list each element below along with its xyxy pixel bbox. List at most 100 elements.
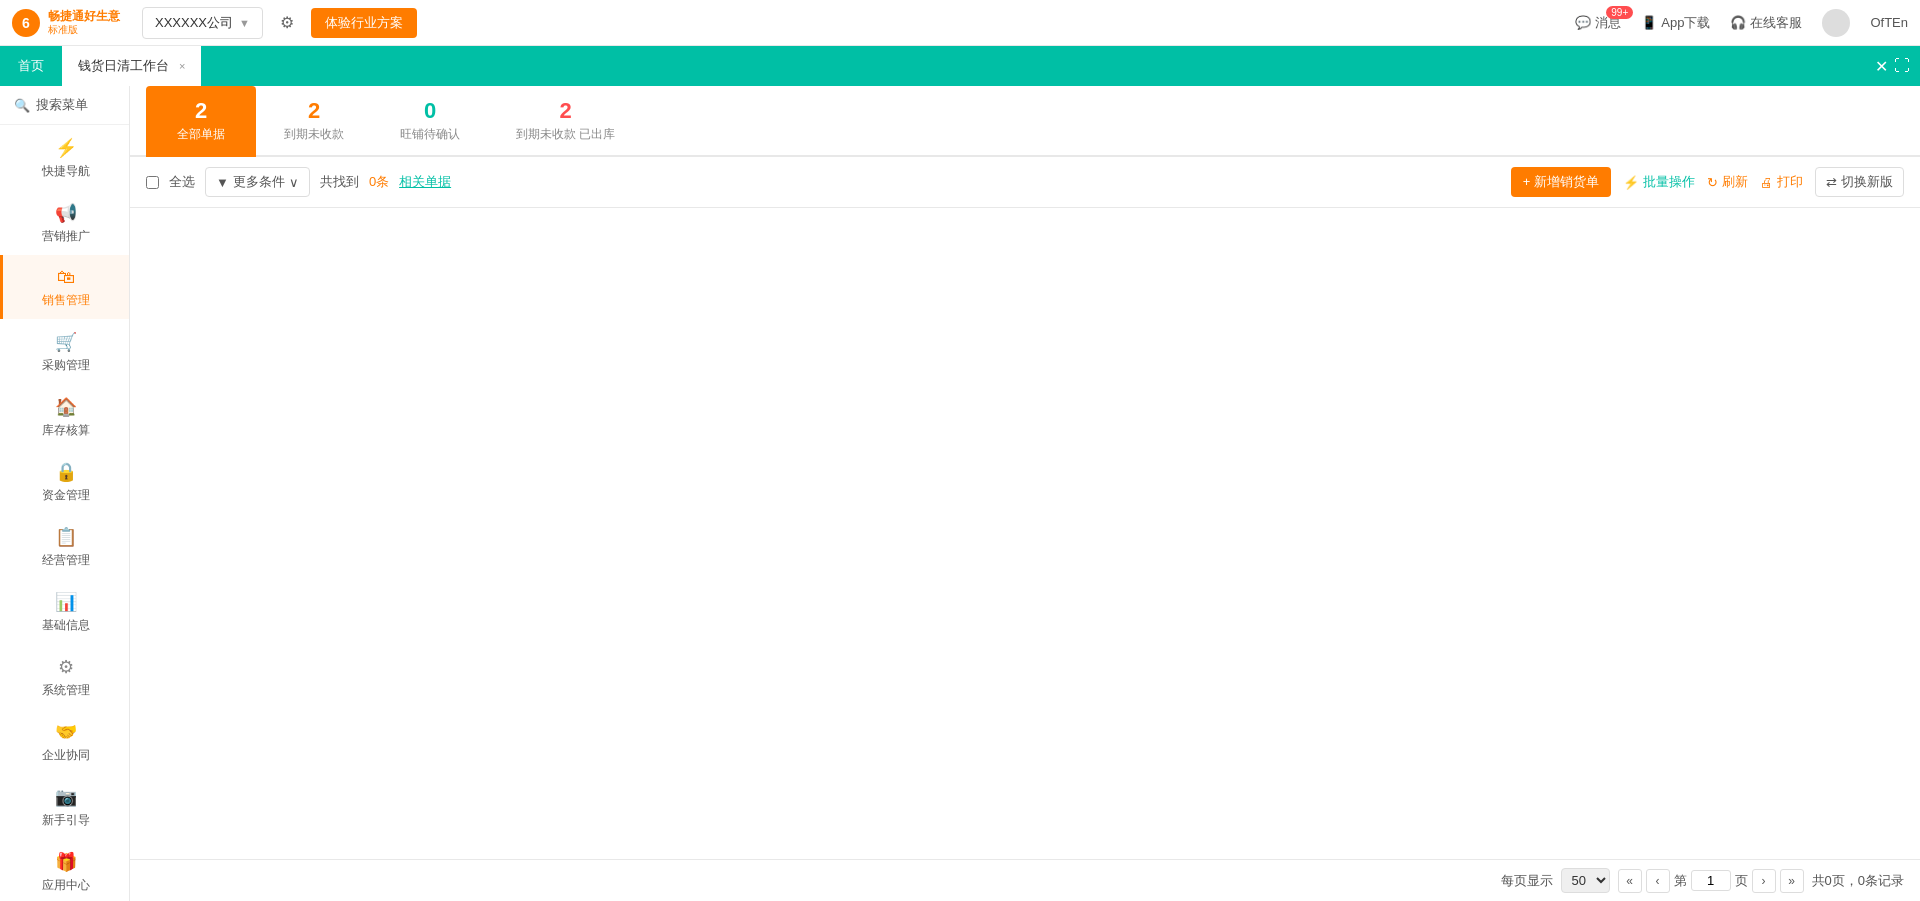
related-link[interactable]: 相关单据: [399, 173, 451, 191]
sidebar-label-cooperation: 企业协同: [42, 747, 90, 764]
company-name: XXXXXX公司: [155, 14, 233, 32]
found-count: 0条: [369, 173, 389, 191]
switch-icon: ⇄: [1826, 175, 1837, 190]
prev-page-button[interactable]: ‹: [1646, 869, 1670, 893]
page-nav: « ‹ 第 页 › »: [1618, 869, 1804, 893]
app-download-label: App下载: [1661, 14, 1710, 32]
app-center-icon: 🎁: [55, 851, 77, 873]
stats-label-unshipped: 到期未收款 已出库: [516, 126, 615, 143]
basic-info-icon: 📊: [55, 591, 77, 613]
app-download-button[interactable]: 📱 App下载: [1641, 14, 1710, 32]
settings-icon[interactable]: ⚙: [273, 9, 301, 37]
table-area: [130, 208, 1920, 859]
sidebar-item-guide[interactable]: 📷 新手引导: [0, 774, 129, 839]
search-menu[interactable]: 🔍 搜索菜单: [0, 86, 129, 125]
purchase-icon: 🛒: [55, 331, 77, 353]
sidebar-item-operation[interactable]: 📋 经营管理: [0, 514, 129, 579]
next-page-button[interactable]: ›: [1752, 869, 1776, 893]
capital-icon: 🔒: [55, 461, 77, 483]
select-all-label: 全选: [169, 173, 195, 191]
avatar[interactable]: [1822, 9, 1850, 37]
select-all-checkbox[interactable]: [146, 176, 159, 189]
found-prefix: 共找到: [320, 173, 359, 191]
print-button[interactable]: 🖨 打印: [1760, 173, 1803, 191]
sidebar-item-app-center[interactable]: 🎁 应用中心: [0, 839, 129, 901]
toolbar: 全选 ▼ 更多条件 ∨ 共找到 0条 相关单据 + 新增销货单 ⚡ 批量操作 ↻…: [130, 157, 1920, 208]
stats-tab-pending[interactable]: 0 旺铺待确认: [372, 86, 488, 157]
refresh-icon: ↻: [1707, 175, 1718, 190]
first-page-button[interactable]: «: [1618, 869, 1642, 893]
online-service-button[interactable]: 🎧 在线客服: [1730, 14, 1802, 32]
filter-button[interactable]: ▼ 更多条件 ∨: [205, 167, 310, 197]
add-sales-order-button[interactable]: + 新增销货单: [1511, 167, 1611, 197]
experience-button[interactable]: 体验行业方案: [311, 8, 417, 38]
stats-tab-all[interactable]: 2 全部单据: [146, 86, 256, 157]
quick-nav-icon: ⚡: [55, 137, 77, 159]
sidebar-label-app-center: 应用中心: [42, 877, 90, 894]
batch-icon: ⚡: [1623, 175, 1639, 190]
company-arrow: ▼: [239, 17, 250, 29]
sidebar-label-guide: 新手引导: [42, 812, 90, 829]
batch-operation-button[interactable]: ⚡ 批量操作: [1623, 173, 1695, 191]
messages-button[interactable]: 💬 消息 99+: [1575, 14, 1621, 32]
user-name: OfTEn: [1870, 15, 1908, 30]
operation-icon: 📋: [55, 526, 77, 548]
stats-num-unshipped: 2: [560, 98, 572, 124]
window-expand-button[interactable]: ⛶: [1894, 57, 1910, 75]
sales-icon: 🛍: [57, 267, 75, 288]
window-close-button[interactable]: ✕: [1875, 57, 1888, 76]
top-right-area: 💬 消息 99+ 📱 App下载 🎧 在线客服 OfTEn: [1575, 9, 1908, 37]
print-label: 打印: [1777, 173, 1803, 191]
sidebar-item-basic-info[interactable]: 📊 基础信息: [0, 579, 129, 644]
headset-icon: 🎧: [1730, 15, 1746, 30]
page-summary: 共0页，0条记录: [1812, 872, 1904, 890]
sidebar-label-inventory: 库存核算: [42, 422, 90, 439]
sidebar-item-marketing[interactable]: 📢 营销推广: [0, 190, 129, 255]
page-suffix: 页: [1735, 872, 1748, 890]
sidebar-label-operation: 经营管理: [42, 552, 90, 569]
main-layout: 🔍 搜索菜单 ⚡ 快捷导航 📢 营销推广 🛍 销售管理 🛒 采购管理 🏠 库存核…: [0, 86, 1920, 901]
stats-num-all: 2: [195, 98, 207, 124]
inventory-icon: 🏠: [55, 396, 77, 418]
sidebar-item-cooperation[interactable]: 🤝 企业协同: [0, 709, 129, 774]
sidebar-item-quick-nav[interactable]: ⚡ 快捷导航: [0, 125, 129, 190]
cooperation-icon: 🤝: [55, 721, 77, 743]
refresh-label: 刷新: [1722, 173, 1748, 191]
online-service-label: 在线客服: [1750, 14, 1802, 32]
switch-label: 切换新版: [1841, 173, 1893, 191]
pagination-bar: 每页显示 50 « ‹ 第 页 › » 共0页，0条记录: [130, 859, 1920, 901]
search-menu-label: 搜索菜单: [36, 96, 88, 114]
stats-num-overdue: 2: [308, 98, 320, 124]
sidebar-item-sales[interactable]: 🛍 销售管理: [0, 255, 129, 319]
sidebar-item-purchase[interactable]: 🛒 采购管理: [0, 319, 129, 384]
filter-label: 更多条件: [233, 173, 285, 191]
tab-bar: 首页 钱货日清工作台 × ✕ ⛶: [0, 46, 1920, 86]
sidebar-label-system: 系统管理: [42, 682, 90, 699]
last-page-button[interactable]: »: [1780, 869, 1804, 893]
page-input[interactable]: [1691, 870, 1731, 891]
tab-qhrc[interactable]: 钱货日清工作台 ×: [62, 46, 201, 86]
sidebar: 🔍 搜索菜单 ⚡ 快捷导航 📢 营销推广 🛍 销售管理 🛒 采购管理 🏠 库存核…: [0, 86, 130, 901]
sidebar-item-inventory[interactable]: 🏠 库存核算: [0, 384, 129, 449]
message-icon: 💬: [1575, 15, 1591, 30]
sidebar-label-capital: 资金管理: [42, 487, 90, 504]
sidebar-label-quick-nav: 快捷导航: [42, 163, 90, 180]
tab-close-icon[interactable]: ×: [179, 60, 185, 72]
search-icon: 🔍: [14, 98, 30, 113]
per-page-select[interactable]: 50: [1561, 868, 1610, 893]
toolbar-right: + 新增销货单 ⚡ 批量操作 ↻ 刷新 🖨 打印 ⇄ 切换新版: [1511, 167, 1904, 197]
tab-bar-actions: ✕ ⛶: [1875, 57, 1920, 76]
stats-tabs: 2 全部单据 2 到期未收款 0 旺铺待确认 2 到期未收款 已出库: [130, 86, 1920, 157]
message-badge: 99+: [1606, 6, 1633, 19]
sidebar-item-capital[interactable]: 🔒 资金管理: [0, 449, 129, 514]
refresh-button[interactable]: ↻ 刷新: [1707, 173, 1748, 191]
switch-version-button[interactable]: ⇄ 切换新版: [1815, 167, 1904, 197]
stats-tab-overdue-unpaid[interactable]: 2 到期未收款: [256, 86, 372, 157]
filter-icon: ▼: [216, 175, 229, 190]
stats-tab-unshipped[interactable]: 2 到期未收款 已出库: [488, 86, 643, 157]
tab-home[interactable]: 首页: [0, 46, 62, 86]
sidebar-item-system[interactable]: ⚙ 系统管理: [0, 644, 129, 709]
company-selector[interactable]: XXXXXX公司 ▼: [142, 7, 263, 39]
batch-label: 批量操作: [1643, 173, 1695, 191]
sidebar-label-sales: 销售管理: [42, 292, 90, 309]
